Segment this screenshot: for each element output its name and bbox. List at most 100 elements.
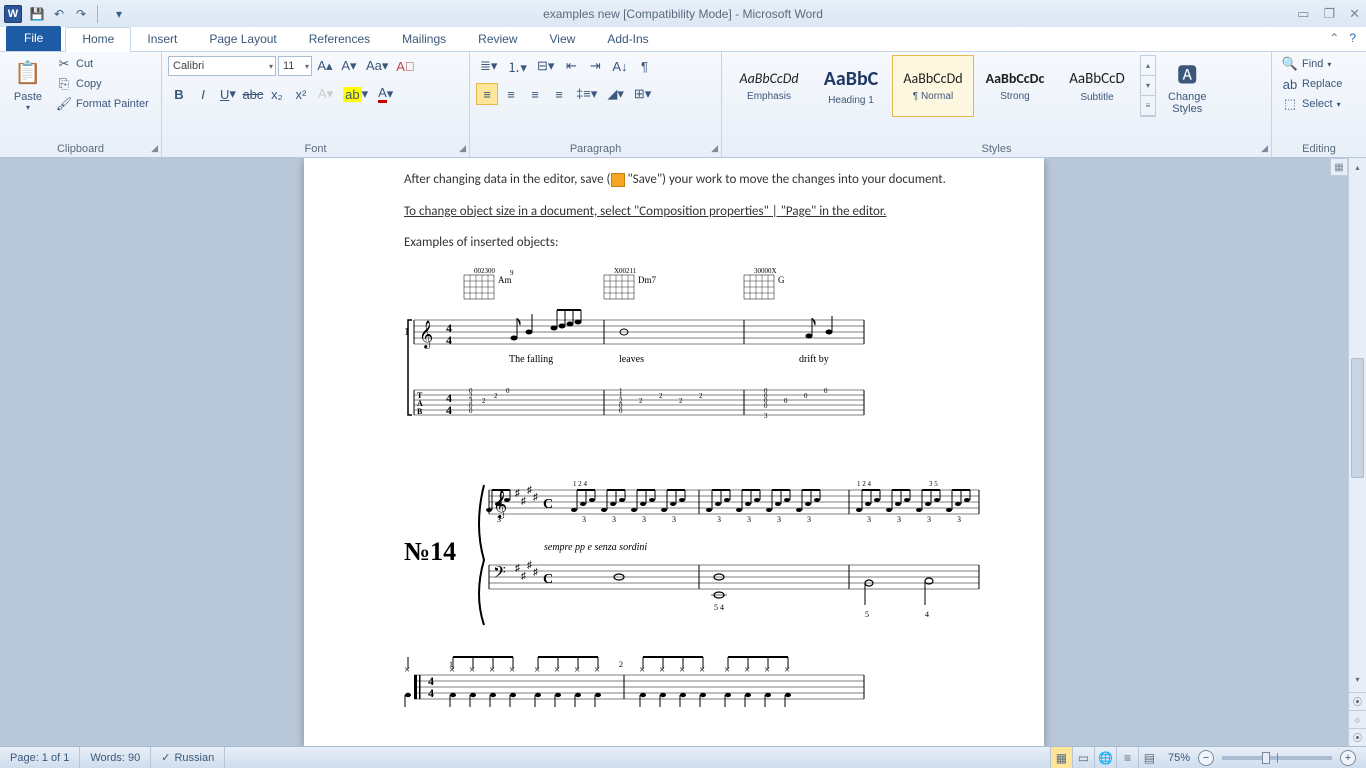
vertical-scrollbar[interactable]: ▴ ▾ ⦿ ○ ⦿ bbox=[1348, 158, 1366, 746]
page-area[interactable]: ▦ After changing data in the editor, sav… bbox=[0, 158, 1348, 746]
help-button[interactable]: ? bbox=[1349, 31, 1356, 45]
ruler-toggle[interactable]: ▦ bbox=[1330, 158, 1348, 176]
shading-button[interactable]: ◢▾ bbox=[603, 83, 628, 105]
tab-review[interactable]: Review bbox=[462, 28, 533, 51]
grow-font-button[interactable]: A▴ bbox=[314, 55, 336, 77]
line-spacing-button[interactable]: ‡≡▾ bbox=[572, 83, 601, 105]
strikethrough-button[interactable]: abc bbox=[242, 83, 264, 105]
status-words[interactable]: Words: 90 bbox=[80, 747, 151, 768]
gallery-down[interactable]: ▾ bbox=[1141, 76, 1155, 96]
bold-button[interactable]: B bbox=[168, 83, 190, 105]
align-right-button[interactable]: ≡ bbox=[524, 83, 546, 105]
scroll-thumb[interactable] bbox=[1351, 358, 1364, 478]
browse-object-button[interactable]: ○ bbox=[1349, 710, 1366, 728]
change-styles-button[interactable]: 🅰 Change Styles bbox=[1162, 55, 1213, 117]
tab-page-layout[interactable]: Page Layout bbox=[193, 28, 292, 51]
format-painter-button[interactable]: 🖌Format Painter bbox=[52, 95, 153, 113]
select-button[interactable]: ⬚Select▾ bbox=[1278, 95, 1346, 113]
app-icon[interactable]: W bbox=[4, 5, 22, 23]
tab-view[interactable]: View bbox=[534, 28, 592, 51]
paragraph-launcher[interactable]: ◢ bbox=[711, 143, 718, 154]
font-size-combo[interactable]: 11 bbox=[278, 56, 312, 76]
status-page[interactable]: Page: 1 of 1 bbox=[0, 747, 80, 768]
find-button[interactable]: 🔍Find▾ bbox=[1278, 55, 1346, 73]
highlight-button[interactable]: ab▾ bbox=[339, 83, 372, 105]
zoom-out-button[interactable]: − bbox=[1198, 750, 1214, 766]
show-marks-button[interactable]: ¶ bbox=[634, 55, 656, 77]
sort-button[interactable]: A↓ bbox=[608, 55, 631, 77]
superscript-button[interactable]: x² bbox=[290, 83, 312, 105]
tab-mailings[interactable]: Mailings bbox=[386, 28, 462, 51]
copy-button[interactable]: ⎘Copy bbox=[52, 75, 153, 93]
ribbon-tabs: File Home Insert Page Layout References … bbox=[0, 27, 1366, 52]
style-subtitle[interactable]: AaBbCcDSubtitle bbox=[1056, 55, 1138, 117]
cut-button[interactable]: ✂Cut bbox=[52, 55, 153, 73]
minimize-ribbon-button[interactable]: ⌃ bbox=[1329, 31, 1339, 45]
font-launcher[interactable]: ◢ bbox=[459, 143, 466, 154]
prev-page-button[interactable]: ⦿ bbox=[1349, 692, 1366, 710]
bullets-button[interactable]: ≣▾ bbox=[476, 55, 501, 77]
style-emphasis[interactable]: AaBbCcDdEmphasis bbox=[728, 55, 810, 117]
undo-button[interactable]: ↶ bbox=[50, 5, 68, 23]
view-outline[interactable]: ≡ bbox=[1116, 747, 1138, 768]
save-button[interactable]: 💾 bbox=[28, 5, 46, 23]
next-page-button[interactable]: ⦿ bbox=[1349, 728, 1366, 746]
subscript-button[interactable]: x₂ bbox=[266, 83, 288, 105]
music-object-guitar[interactable]: 002300 Am9 X00211 Dm7 bbox=[404, 265, 984, 455]
gallery-up[interactable]: ▴ bbox=[1141, 56, 1155, 76]
view-print-layout[interactable]: ▦ bbox=[1050, 747, 1072, 768]
paste-button[interactable]: 📋 Paste▾ bbox=[6, 55, 50, 114]
clear-formatting-button[interactable]: A⃠ bbox=[394, 55, 416, 77]
tab-file[interactable]: File bbox=[6, 26, 61, 51]
borders-button[interactable]: ⊞▾ bbox=[630, 83, 655, 105]
tab-addins[interactable]: Add-Ins bbox=[591, 28, 664, 51]
zoom-level[interactable]: 75% bbox=[1160, 752, 1198, 764]
justify-button[interactable]: ≡ bbox=[548, 83, 570, 105]
ribbon: 📋 Paste▾ ✂Cut ⎘Copy 🖌Format Painter Clip… bbox=[0, 52, 1366, 158]
tab-references[interactable]: References bbox=[293, 28, 386, 51]
minimize-button[interactable]: ▭ bbox=[1297, 6, 1309, 22]
music-object-piano[interactable]: №14 𝄞 ♯♯♯♯ C 1 2 4 3 bbox=[404, 465, 984, 645]
font-color-button[interactable]: A▾ bbox=[374, 83, 397, 105]
decrease-indent-button[interactable]: ⇤ bbox=[560, 55, 582, 77]
gallery-more[interactable]: ≡ bbox=[1141, 96, 1155, 116]
scroll-down-button[interactable]: ▾ bbox=[1349, 670, 1366, 688]
replace-button[interactable]: abReplace bbox=[1278, 75, 1346, 93]
tab-insert[interactable]: Insert bbox=[131, 28, 193, 51]
style-strong[interactable]: AaBbCcDcStrong bbox=[974, 55, 1056, 117]
zoom-slider[interactable] bbox=[1222, 756, 1332, 760]
music-object-drums[interactable]: 1 44 2 × bbox=[404, 655, 984, 715]
zoom-thumb[interactable] bbox=[1262, 752, 1270, 764]
qat-customize[interactable]: ▾ bbox=[110, 5, 128, 23]
style-heading1[interactable]: AaBbCHeading 1 bbox=[810, 55, 892, 117]
multilevel-button[interactable]: ⊟▾ bbox=[533, 55, 558, 77]
increase-indent-button[interactable]: ⇥ bbox=[584, 55, 606, 77]
text-effects-button[interactable]: A▾ bbox=[314, 83, 337, 105]
svg-text:×: × bbox=[404, 664, 410, 676]
italic-button[interactable]: I bbox=[192, 83, 214, 105]
scroll-up-button[interactable]: ▴ bbox=[1349, 158, 1366, 176]
style-normal[interactable]: AaBbCcDd¶ Normal bbox=[892, 55, 974, 117]
tab-home[interactable]: Home bbox=[65, 27, 131, 52]
gallery-scroll[interactable]: ▴▾≡ bbox=[1140, 55, 1156, 117]
clipboard-launcher[interactable]: ◢ bbox=[151, 143, 158, 154]
shrink-font-button[interactable]: A▾ bbox=[338, 55, 360, 77]
view-web-layout[interactable]: 🌐 bbox=[1094, 747, 1116, 768]
font-name-combo[interactable]: Calibri bbox=[168, 56, 276, 76]
redo-button[interactable]: ↷ bbox=[72, 5, 90, 23]
svg-text:4: 4 bbox=[925, 610, 929, 619]
styles-launcher[interactable]: ◢ bbox=[1261, 143, 1268, 154]
change-case-button[interactable]: Aa▾ bbox=[362, 55, 392, 77]
status-language[interactable]: ✓Russian bbox=[151, 747, 225, 768]
view-full-screen[interactable]: ▭ bbox=[1072, 747, 1094, 768]
numbering-button[interactable]: ⒈▾ bbox=[503, 55, 531, 77]
restore-button[interactable]: ❐ bbox=[1323, 6, 1335, 22]
zoom-in-button[interactable]: + bbox=[1340, 750, 1356, 766]
align-center-button[interactable]: ≡ bbox=[500, 83, 522, 105]
view-draft[interactable]: ▤ bbox=[1138, 747, 1160, 768]
document-page[interactable]: After changing data in the editor, save … bbox=[304, 158, 1044, 746]
underline-button[interactable]: U▾ bbox=[216, 83, 240, 105]
close-button[interactable]: ✕ bbox=[1349, 6, 1360, 22]
styles-gallery[interactable]: AaBbCcDdEmphasis AaBbCHeading 1 AaBbCcDd… bbox=[728, 55, 1138, 117]
align-left-button[interactable]: ≡ bbox=[476, 83, 498, 105]
